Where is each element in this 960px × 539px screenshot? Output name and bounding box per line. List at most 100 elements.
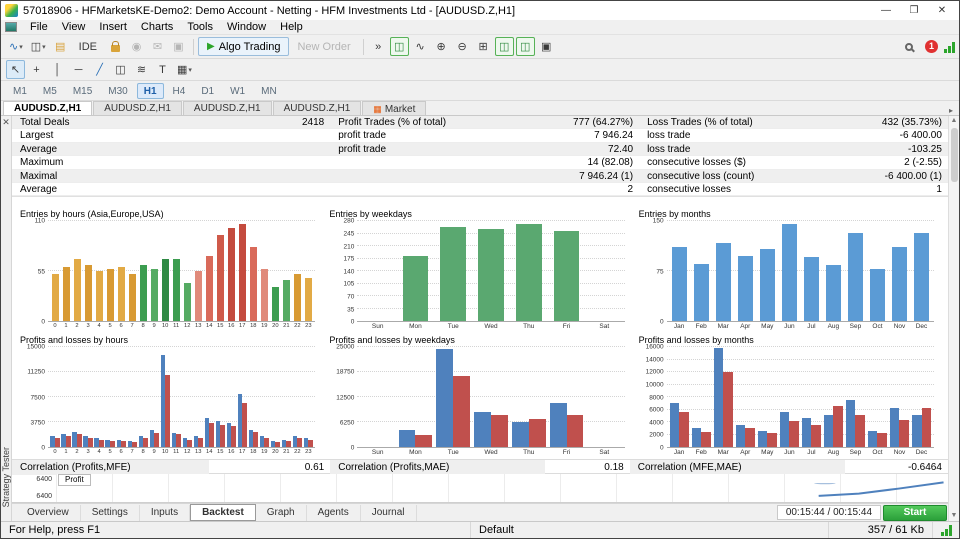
menu-tools[interactable]: Tools: [180, 20, 220, 35]
timeframe-m30[interactable]: M30: [101, 83, 134, 99]
print-icon[interactable]: ▣: [169, 37, 188, 56]
tab-market[interactable]: ▦ Market: [362, 101, 427, 115]
auto-scroll-icon[interactable]: ◫: [389, 37, 409, 56]
close-button[interactable]: ✕: [929, 3, 955, 19]
timeframe-m15[interactable]: M15: [66, 83, 99, 99]
profit-bar: [801, 418, 812, 447]
profit-bar: [889, 408, 900, 447]
bar-group: [735, 221, 756, 322]
restore-button[interactable]: ❐: [901, 3, 927, 19]
tester-tab-backtest[interactable]: Backtest: [190, 504, 256, 521]
chart-yaxis: 0 55 110: [20, 218, 48, 326]
vertical-line-icon[interactable]: │: [48, 60, 67, 79]
menu-insert[interactable]: Insert: [92, 20, 134, 35]
profit-bar: [713, 348, 724, 447]
lock-icon[interactable]: [106, 37, 125, 56]
bar-group: [669, 221, 690, 322]
scrollbar-thumb[interactable]: [950, 128, 958, 182]
shapes-tool-icon[interactable]: ▦ ▾: [174, 60, 195, 79]
tester-tab-overview[interactable]: Overview: [16, 504, 81, 521]
chart-type-icon[interactable]: ◫ ▾: [28, 37, 49, 56]
timeframe-w1[interactable]: W1: [223, 83, 252, 99]
status-profile[interactable]: Default: [471, 522, 829, 538]
tester-tab-agents[interactable]: Agents: [307, 504, 361, 521]
tester-tabs-bar: Overview Settings Inputs Backtest Graph Agent…: [12, 503, 948, 521]
indicator-icon[interactable]: ∿: [411, 37, 430, 56]
chart-tab-1[interactable]: AUDUSD.Z,H1: [93, 101, 182, 115]
ytick-label: 0: [41, 444, 45, 452]
menu-charts[interactable]: Charts: [134, 20, 180, 35]
xtick-label: Nov: [893, 449, 906, 456]
zoom-out-icon[interactable]: ⊖: [453, 37, 472, 56]
scroll-down-icon[interactable]: ▼: [951, 511, 958, 521]
xtick-label: 20: [272, 323, 279, 330]
timeframe-d1[interactable]: D1: [194, 83, 221, 99]
ide-button[interactable]: IDE: [72, 37, 104, 56]
tester-content: Total Deals 2418 Profit Trades (% of total…: [12, 116, 948, 521]
xtick-label: Aug: [827, 449, 840, 456]
fibonacci-icon[interactable]: ≋: [132, 60, 151, 79]
correlation-label: Correlation (Profits,MAE): [330, 460, 546, 475]
bar-group: [292, 221, 302, 322]
trendline-icon[interactable]: ╱: [90, 60, 109, 79]
zoom-in-icon[interactable]: ⊕: [432, 37, 451, 56]
chart-window-icon[interactable]: [5, 22, 17, 32]
tab-scroll-right-icon[interactable]: ▸: [945, 106, 957, 115]
bar-group: [61, 221, 71, 322]
menu-help[interactable]: Help: [273, 20, 310, 35]
stat-label: Profit Trades (% of total): [338, 117, 447, 128]
focus-icon[interactable]: ▣: [537, 37, 556, 56]
chart-body: 0 35 70 105 140 175 210 245 280: [329, 218, 625, 326]
horizontal-line-icon[interactable]: ─: [69, 60, 88, 79]
quotes-chart-icon[interactable]: ∿ ▾: [6, 37, 26, 56]
chart-entries-by-weekdays: Entries by weekdays 0 35 70 105 140 175 210 245 2…: [329, 209, 625, 331]
profit-bar: [823, 414, 834, 447]
timeframe-h4[interactable]: H4: [166, 83, 193, 99]
connection-icon: [933, 522, 959, 538]
tester-tab-settings[interactable]: Settings: [81, 504, 140, 521]
alerts-icon[interactable]: ◉: [127, 37, 146, 56]
chart-shift-icon[interactable]: »: [369, 37, 388, 56]
menu-file[interactable]: File: [23, 20, 55, 35]
tester-close-icon[interactable]: ✕: [2, 116, 10, 128]
menu-view[interactable]: View: [55, 20, 93, 35]
minimize-button[interactable]: —: [873, 3, 899, 19]
cursor-tool-icon[interactable]: ↖: [6, 60, 25, 79]
xtick-label: 9: [152, 323, 156, 330]
cascade-windows-icon[interactable]: ◫: [515, 37, 535, 56]
crosshair-tool-icon[interactable]: +: [27, 60, 46, 79]
notification-badge[interactable]: 1: [925, 40, 938, 53]
equidistant-channel-icon[interactable]: ◫: [111, 60, 130, 79]
mail-icon[interactable]: ✉: [148, 37, 167, 56]
menu-window[interactable]: Window: [220, 20, 273, 35]
search-icon[interactable]: [899, 37, 918, 56]
algo-trading-button[interactable]: ▶ Algo Trading: [198, 37, 290, 56]
loss-bar: [275, 441, 280, 447]
chart-tab-2[interactable]: AUDUSD.Z,H1: [182, 101, 272, 115]
bar-group: [691, 221, 712, 322]
chart-tab-3[interactable]: AUDUSD.Z,H1: [272, 101, 362, 115]
bar-group: [359, 221, 396, 321]
grid-icon[interactable]: ⊞: [474, 37, 493, 56]
profit-tab[interactable]: Profit: [58, 474, 91, 486]
stat-value: [209, 129, 331, 142]
stat-label: Total Deals: [20, 117, 70, 128]
tile-windows-icon[interactable]: ◫: [494, 37, 514, 56]
ytick-label: 6250: [339, 419, 355, 427]
timeframe-m5[interactable]: M5: [36, 83, 64, 99]
tester-tab-journal[interactable]: Journal: [361, 504, 417, 521]
timeframe-mn[interactable]: MN: [254, 83, 284, 99]
tester-tab-graph[interactable]: Graph: [256, 504, 307, 521]
timeframe-m1[interactable]: M1: [6, 83, 34, 99]
timeframe-h1[interactable]: H1: [136, 82, 164, 99]
text-tool-icon[interactable]: T: [153, 60, 172, 79]
tester-scrollbar[interactable]: ▲ ▼: [948, 116, 959, 521]
title-bar: 57018906 - HFMarketsKE-Demo2: Demo Accou…: [1, 1, 959, 20]
xtick-label: 18: [250, 323, 257, 330]
profile-icon[interactable]: ▤: [51, 37, 70, 56]
start-button[interactable]: Start: [883, 504, 947, 521]
scroll-up-icon[interactable]: ▲: [951, 116, 958, 126]
new-order-button[interactable]: New Order: [290, 37, 357, 56]
tester-tab-inputs[interactable]: Inputs: [140, 504, 191, 521]
chart-tab-0[interactable]: AUDUSD.Z,H1: [3, 101, 93, 115]
